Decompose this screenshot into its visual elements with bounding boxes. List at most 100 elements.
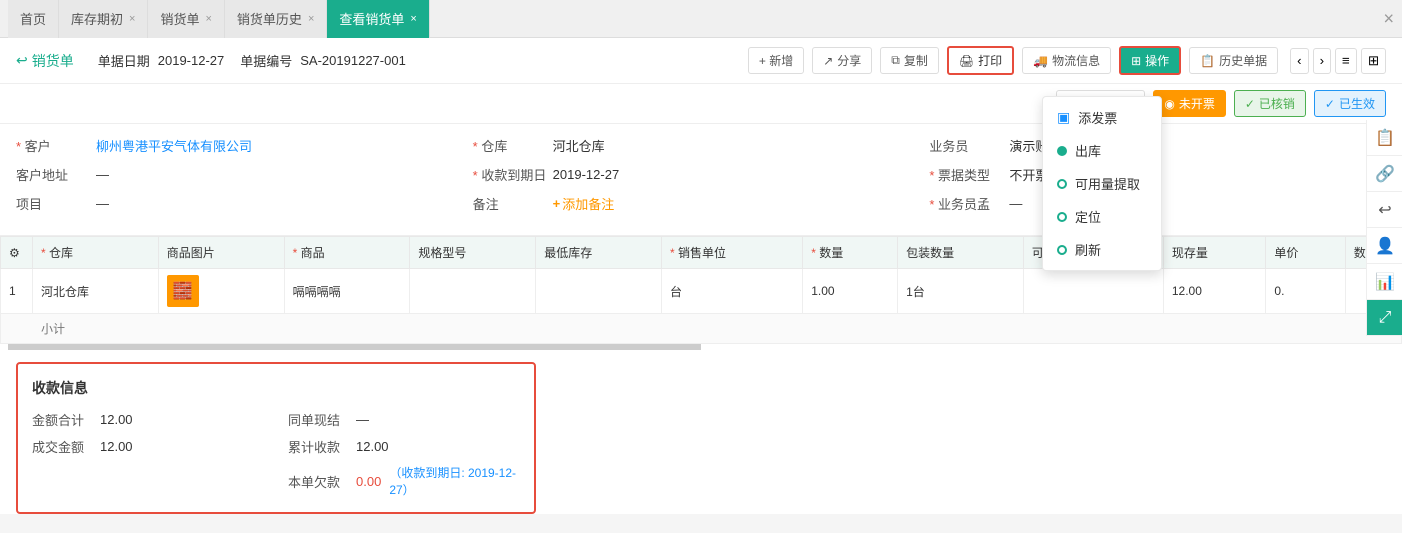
dropdown-available[interactable]: 可用量提取 <box>1043 167 1161 200</box>
warehouse-value: 河北仓库 <box>553 136 930 155</box>
th-product-img: 商品图片 <box>158 237 284 269</box>
available-label: 可用量提取 <box>1075 174 1140 193</box>
check-icon: ✓ <box>1245 97 1255 111</box>
history-button[interactable]: 📋 历史单据 <box>1189 47 1278 74</box>
sidebar-icon-2[interactable]: 🔗 <box>1367 156 1402 192</box>
cell-index: 1 <box>1 269 33 314</box>
print-button[interactable]: 🖨 打印 <box>947 46 1014 75</box>
ticket-type-label: 票据类型 <box>929 165 1009 184</box>
tab-sales[interactable]: 销货单 × <box>148 0 224 38</box>
operation-button[interactable]: ⊞ 操作 <box>1119 46 1181 75</box>
main-content: ↩ 销货单 单据日期 2019-12-27 单据编号 SA-20191227-0… <box>0 38 1402 514</box>
tab-sales-close[interactable]: × <box>205 13 211 25</box>
scroll-indicator <box>8 344 1394 350</box>
form-section: 客户 柳州粤港平安气体有限公司 仓库 河北仓库 业务员 演示账号 客户地址 — <box>0 124 1402 236</box>
operation-icon: ⊞ <box>1131 54 1141 68</box>
date-label: 单据日期 2019-12-27 <box>98 51 225 70</box>
dropdown-refresh[interactable]: 刷新 <box>1043 233 1161 266</box>
customer-value[interactable]: 柳州粤港平安气体有限公司 <box>96 136 473 155</box>
th-min-stock: 最低库存 <box>536 237 662 269</box>
logistics-button[interactable]: 🚚 物流信息 <box>1022 47 1111 74</box>
done1-button[interactable]: ✓ 已核销 <box>1234 90 1306 117</box>
owed-value: 0.00 <box>356 474 381 489</box>
customer-label: 客户 <box>16 136 96 155</box>
payment-row-spacer <box>32 464 264 498</box>
salesperson2-label: 业务员孟 <box>929 194 1009 213</box>
cell-min-stock <box>536 269 662 314</box>
product-image: 🧱 <box>167 275 199 307</box>
tab-home[interactable]: 首页 <box>8 0 59 38</box>
doc-icon: ↩ <box>16 52 28 69</box>
payment-title: 收款信息 <box>32 378 520 398</box>
new-button[interactable]: + 新增 <box>748 47 804 74</box>
due-date-value: 2019-12-27 <box>553 167 930 182</box>
doc-header: ↩ 销货单 单据日期 2019-12-27 单据编号 SA-20191227-0… <box>0 38 1402 84</box>
add-note-button[interactable]: 添加备注 <box>553 194 615 213</box>
copy-button[interactable]: ⧉ 复制 <box>880 47 939 74</box>
table-row: 1 河北仓库 🧱 嗝嗝嗝嗝 台 1.00 1台 12.00 0. <box>1 269 1402 314</box>
owed-label: 本单欠款 <box>288 472 348 491</box>
cell-sales-unit: 台 <box>661 269 802 314</box>
sidebar-icon-5[interactable]: 📊 <box>1367 264 1402 300</box>
address-field: 客户地址 — <box>16 165 473 184</box>
payment-row-owed: 本单欠款 0.00 （收款到期日: 2019-12-27） <box>288 464 520 498</box>
done2-button[interactable]: ✓ 已生效 <box>1314 90 1386 117</box>
not-open-button[interactable]: ◉ 未开票 <box>1153 90 1226 117</box>
tab-history-label: 销货单历史 <box>237 9 302 28</box>
next-button[interactable]: › <box>1313 48 1331 74</box>
number-label: 单据编号 SA-20191227-001 <box>240 51 406 70</box>
th-unit-price: 单价 <box>1266 237 1345 269</box>
cell-product-img: 🧱 <box>158 269 284 314</box>
locate-label: 定位 <box>1075 207 1101 226</box>
tab-inventory-close[interactable]: × <box>129 13 135 25</box>
cell-unit-price: 0. <box>1266 269 1345 314</box>
sidebar-icon-3[interactable]: ↩ <box>1367 192 1402 228</box>
cell-product: 嗝嗝嗝嗝 <box>284 269 410 314</box>
add-ticket-icon: ▣ <box>1057 109 1070 126</box>
list-view-button[interactable]: ≡ <box>1335 48 1357 74</box>
doc-title-text: 销货单 <box>32 51 74 71</box>
th-quantity: * 数量 <box>803 237 898 269</box>
th-product: * 商品 <box>284 237 410 269</box>
form-row-3: 项目 — 备注 添加备注 业务员孟 — <box>16 194 1386 213</box>
project-label: 项目 <box>16 194 96 213</box>
cell-spec <box>410 269 536 314</box>
grid-view-button[interactable]: ⊞ <box>1361 48 1386 74</box>
note-field: 备注 添加备注 <box>473 194 930 213</box>
payment-row-total: 金额合计 12.00 <box>32 410 264 429</box>
outbound-label: 出库 <box>1075 141 1101 160</box>
tab-view-sales[interactable]: 查看销货单 × <box>327 0 429 38</box>
tab-history[interactable]: 销货单历史 × <box>225 0 327 38</box>
th-warehouse: * 仓库 <box>33 237 159 269</box>
table-header-row: ⚙ * 仓库 商品图片 * 商品 规格型号 最低库存 * 销售单位 * 数量 包… <box>1 237 1402 269</box>
sidebar-icon-6[interactable]: ⤢ <box>1367 300 1402 336</box>
tab-view-sales-close[interactable]: × <box>410 13 416 25</box>
sidebar-icon-4[interactable]: 👤 <box>1367 228 1402 264</box>
doc-title: ↩ 销货单 <box>16 51 74 71</box>
share-button[interactable]: ↗ 分享 <box>812 47 872 74</box>
tab-view-sales-label: 查看销货单 <box>339 9 404 28</box>
th-package-qty: 包装数量 <box>898 237 1024 269</box>
due-date-field: 收款到期日 2019-12-27 <box>473 165 930 184</box>
sidebar-icon-1[interactable]: 📋 <box>1367 120 1402 156</box>
dropdown-outbound[interactable]: 出库 <box>1043 134 1161 167</box>
tab-inventory-label: 库存期初 <box>71 9 123 28</box>
dropdown-locate[interactable]: 定位 <box>1043 200 1161 233</box>
window-close-button[interactable]: × <box>1383 8 1394 29</box>
address-value: — <box>96 167 473 182</box>
operation-dropdown: ▣ 添发票 出库 可用量提取 定位 刷新 <box>1042 96 1162 271</box>
payment-row-received: 累计收款 12.00 <box>288 437 520 456</box>
tab-history-close[interactable]: × <box>308 13 314 25</box>
th-spec: 规格型号 <box>410 237 536 269</box>
tab-inventory[interactable]: 库存期初 × <box>59 0 148 38</box>
note-label: 备注 <box>473 194 553 213</box>
logistics-icon: 🚚 <box>1033 54 1048 68</box>
locate-icon <box>1057 209 1067 225</box>
payment-grid: 金额合计 12.00 同单现结 — 成交金额 12.00 累计收款 12.00 <box>32 410 520 498</box>
prev-button[interactable]: ‹ <box>1290 48 1308 74</box>
form-row-2: 客户地址 — 收款到期日 2019-12-27 票据类型 不开票 <box>16 165 1386 184</box>
dropdown-add-ticket[interactable]: ▣ 添发票 <box>1043 101 1161 134</box>
address-label: 客户地址 <box>16 165 96 184</box>
deal-value: 12.00 <box>100 439 133 454</box>
sub-actions: 📱 来自手机 ◉ 未开票 ✓ 已核销 ✓ 已生效 <box>0 84 1402 124</box>
